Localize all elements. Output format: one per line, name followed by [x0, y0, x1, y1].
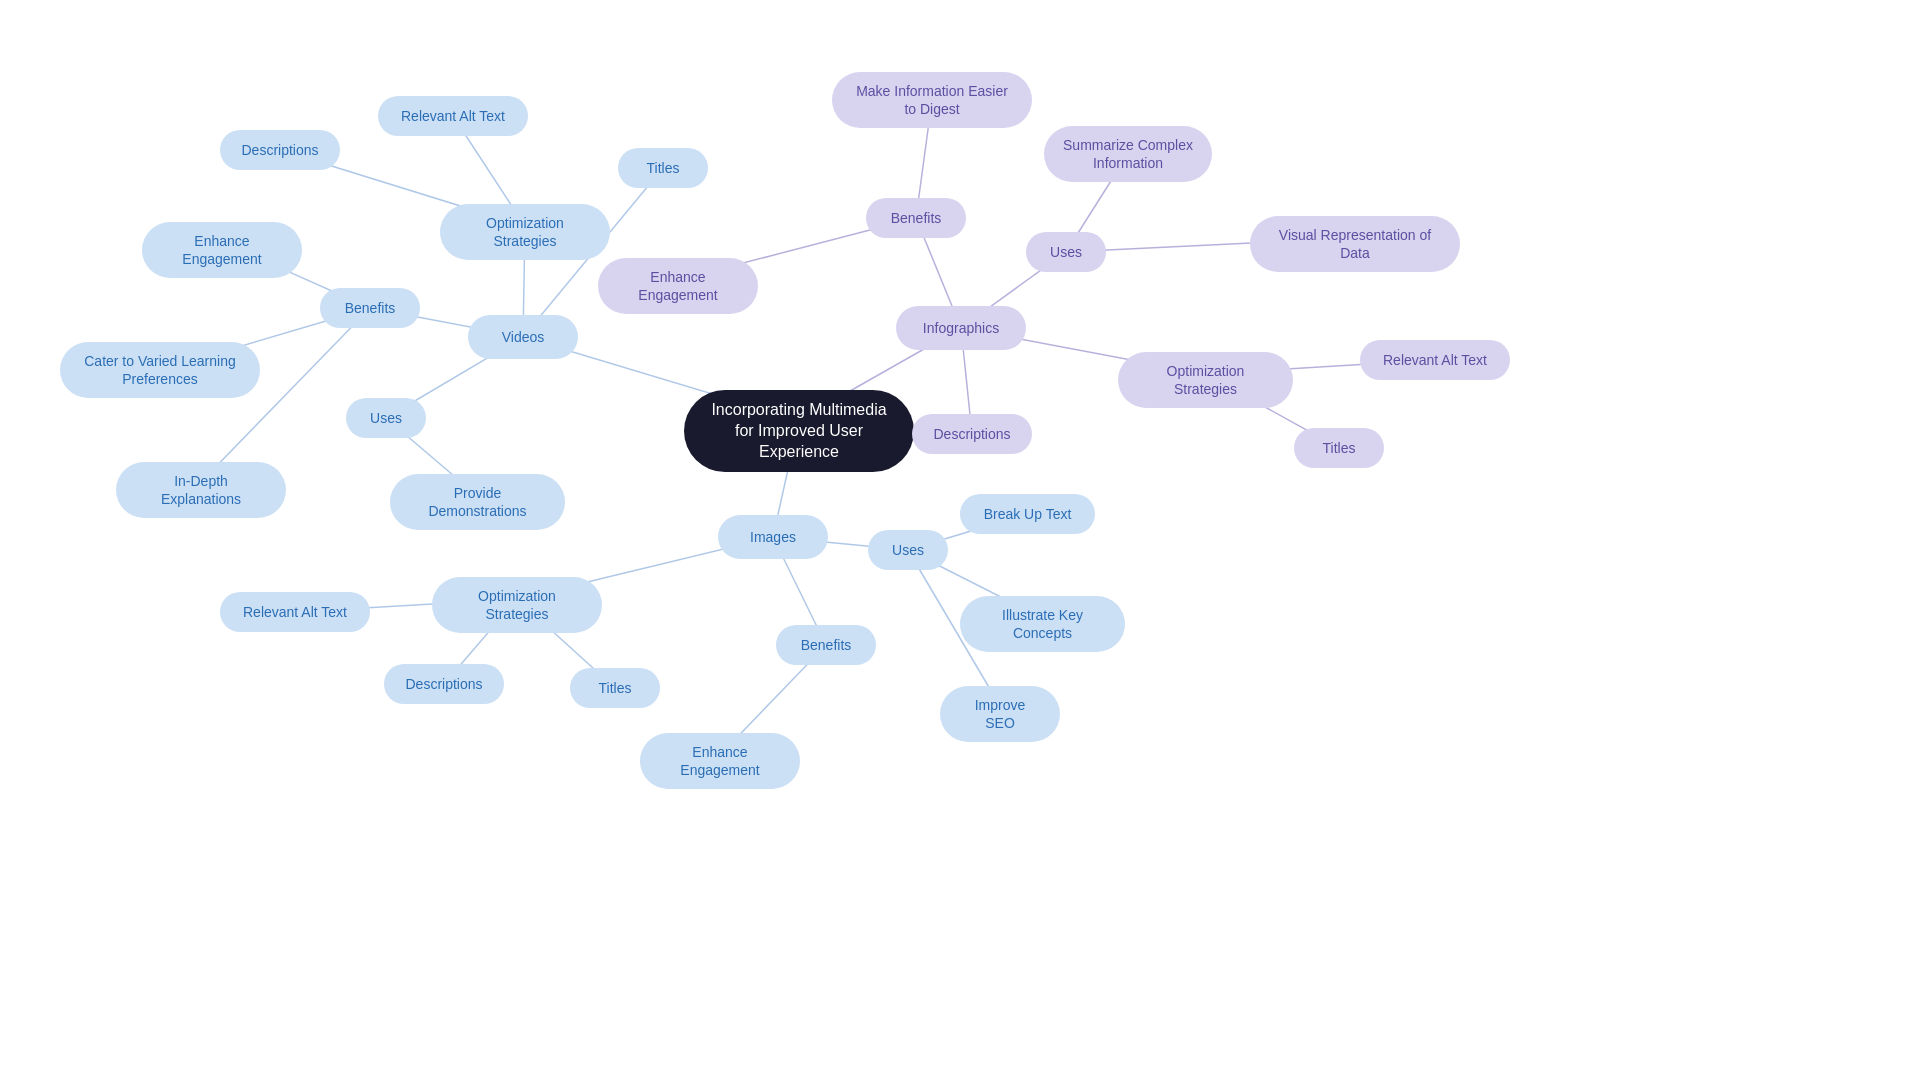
svg-line-14	[773, 537, 826, 645]
svg-line-13	[517, 537, 773, 599]
svg-line-0	[523, 337, 799, 420]
svg-line-28	[678, 218, 916, 280]
svg-line-30	[1066, 238, 1355, 252]
svg-line-8	[160, 308, 370, 370]
svg-line-12	[386, 418, 478, 496]
svg-line-9	[201, 308, 370, 482]
svg-line-26	[961, 328, 972, 434]
mindmap-svg: .connector { stroke: #b0c8e8; stroke-wid…	[0, 0, 1920, 1083]
svg-line-20	[908, 514, 1028, 550]
svg-line-27	[916, 100, 932, 218]
svg-line-1	[773, 420, 799, 537]
svg-line-24	[961, 252, 1066, 328]
svg-line-6	[523, 168, 663, 337]
svg-line-15	[773, 537, 908, 550]
svg-line-29	[1066, 154, 1128, 252]
svg-line-3	[370, 308, 523, 337]
svg-line-25	[961, 328, 1206, 374]
svg-line-23	[916, 218, 961, 328]
svg-line-32	[1206, 374, 1340, 448]
svg-line-10	[280, 150, 525, 226]
svg-line-7	[222, 242, 370, 308]
svg-line-19	[720, 645, 826, 755]
svg-line-16	[295, 599, 517, 612]
svg-line-18	[517, 599, 615, 688]
svg-line-31	[1206, 360, 1436, 374]
svg-line-11	[453, 116, 525, 226]
svg-line-2	[799, 328, 961, 420]
svg-line-17	[444, 599, 517, 684]
svg-line-4	[386, 337, 523, 418]
svg-line-5	[523, 226, 525, 337]
